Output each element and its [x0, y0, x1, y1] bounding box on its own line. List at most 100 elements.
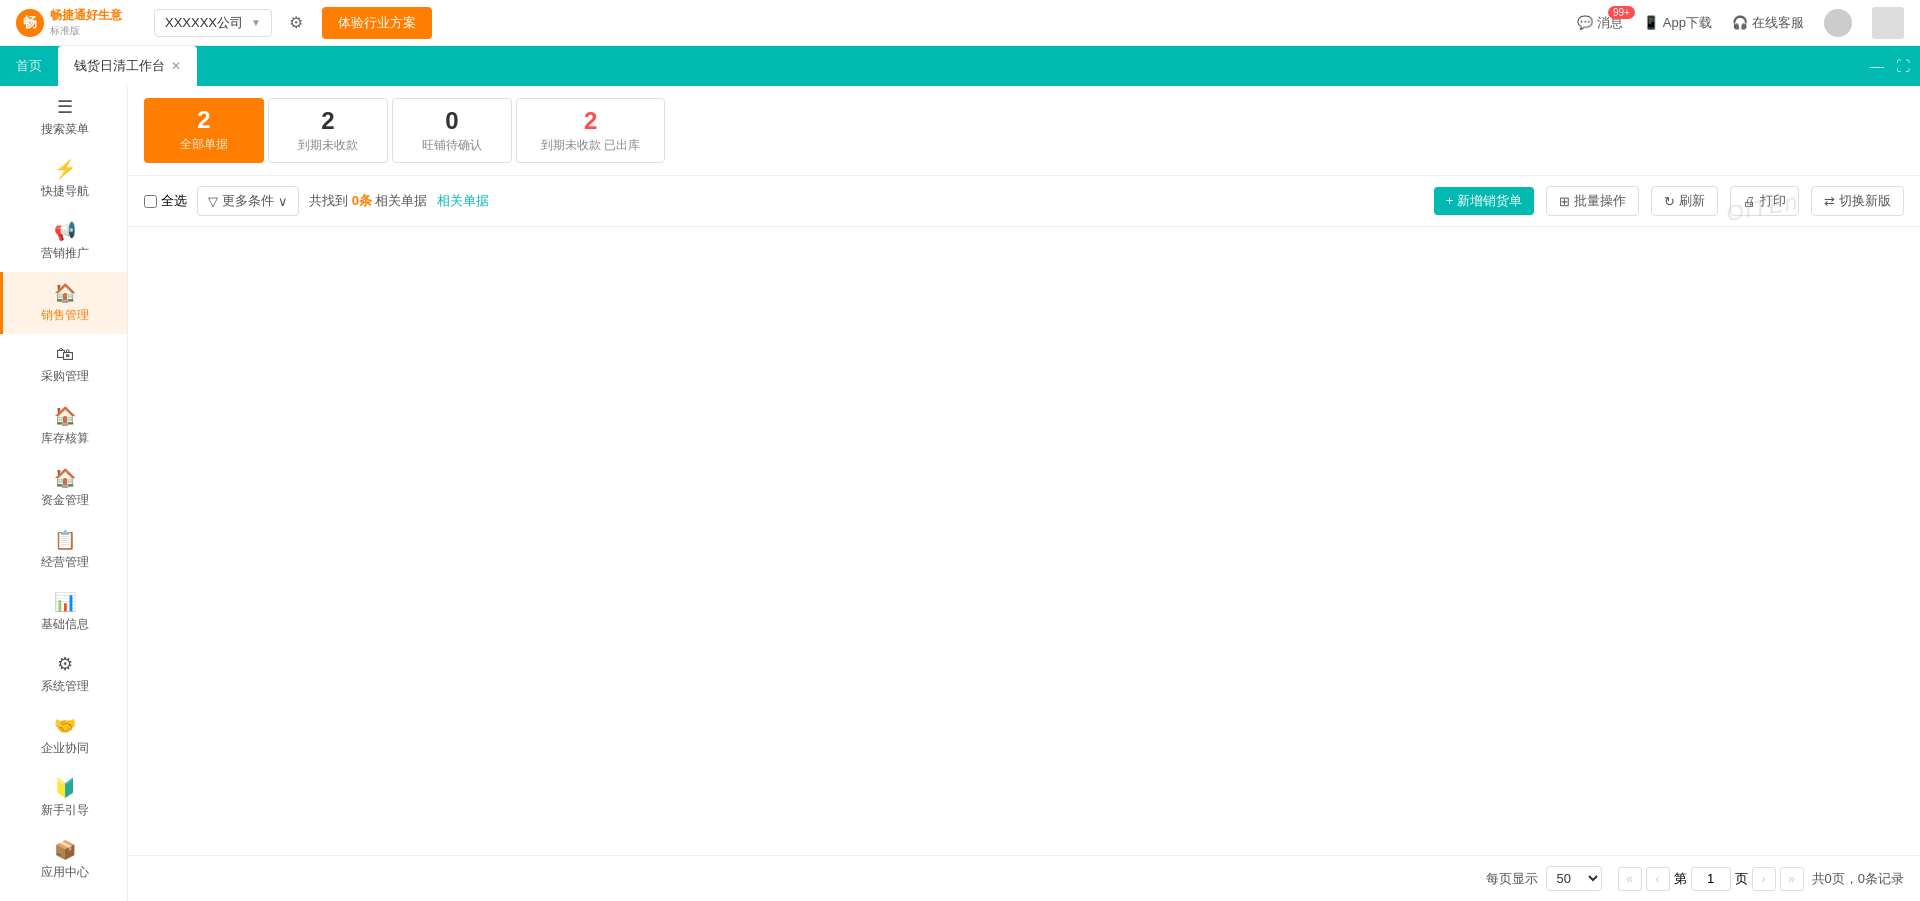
- purchase-mgmt-icon: 🛍: [56, 344, 74, 365]
- first-page-button[interactable]: «: [1618, 867, 1642, 891]
- sidebar-item-marketing[interactable]: 📢 营销推广: [0, 210, 127, 272]
- enterprise-collab-icon: 🤝: [54, 715, 76, 737]
- basic-info-icon: 📊: [54, 591, 76, 613]
- settings-button[interactable]: ⚙: [280, 7, 312, 39]
- sidebar-item-purchase-mgmt[interactable]: 🛍 采购管理: [0, 334, 127, 395]
- prev-page-button[interactable]: ‹: [1646, 867, 1670, 891]
- sidebar-item-operations[interactable]: 📋 经营管理: [0, 519, 127, 581]
- marketing-icon: 📢: [54, 220, 76, 242]
- avatar[interactable]: [1824, 9, 1852, 37]
- switch-version-button[interactable]: ⇄ 切换新版: [1811, 186, 1904, 216]
- per-page-label: 每页显示: [1486, 870, 1538, 888]
- filter-label: 更多条件: [222, 192, 274, 210]
- toolbar: 全选 ▽ 更多条件 ∨ 共找到 0条 相关单据 相关单据 + 新增销货单 ⊞: [128, 176, 1920, 227]
- sidebar-item-label: 新手引导: [41, 802, 89, 819]
- card-wangpai-num: 0: [445, 107, 458, 135]
- card-wangpai[interactable]: 0 旺铺待确认: [392, 98, 512, 163]
- sidebar-item-finance[interactable]: 🏠 资金管理: [0, 457, 127, 519]
- tab-home-label: 首页: [16, 57, 42, 75]
- main-layout: ☰ 搜索菜单 ⚡ 快捷导航 📢 营销推广 🏠 销售管理 🛍 采购管理 🏠 库存核…: [0, 86, 1920, 901]
- sidebar-item-inventory[interactable]: 🏠 库存核算: [0, 395, 127, 457]
- page-label: 第: [1674, 870, 1687, 888]
- page-number-input[interactable]: [1691, 867, 1731, 891]
- sidebar-item-basic-info[interactable]: 📊 基础信息: [0, 581, 127, 643]
- toolbar-right: + 新增销货单 ⊞ 批量操作 ↻ 刷新 🖨 打印 ⇄ 切换新版: [1434, 186, 1904, 216]
- next-page-button[interactable]: ›: [1752, 867, 1776, 891]
- print-icon: 🖨: [1743, 194, 1756, 209]
- sidebar-item-label: 库存核算: [41, 430, 89, 447]
- sidebar-item-quick-nav[interactable]: ⚡ 快捷导航: [0, 148, 127, 210]
- experience-button[interactable]: 体验行业方案: [322, 7, 432, 39]
- sidebar-item-app-center[interactable]: 📦 应用中心: [0, 829, 127, 891]
- sidebar-item-sys-mgmt[interactable]: ⚙ 系统管理: [0, 643, 127, 705]
- tab-bar: 首页 钱货日清工作台 ✕ — ⛶: [0, 46, 1920, 86]
- switch-label: 切换新版: [1839, 192, 1891, 210]
- sidebar-item-enterprise-collab[interactable]: 🤝 企业协同: [0, 705, 127, 767]
- tab-workbench-label: 钱货日清工作台: [74, 57, 165, 75]
- header-right: 💬 消息 99+ 📱 App下载 🎧 在线客服: [1577, 7, 1904, 39]
- filter-button[interactable]: ▽ 更多条件 ∨: [197, 186, 299, 216]
- maximize-icon[interactable]: ⛶: [1896, 58, 1910, 74]
- app-download-item[interactable]: 📱 App下载: [1643, 14, 1712, 32]
- message-badge: 99+: [1608, 6, 1635, 19]
- content-area: 2 全部单据 2 到期未收款 0 旺铺待确认 2 到期未收款 已出库 全选: [128, 86, 1920, 901]
- select-all-checkbox[interactable]: 全选: [144, 192, 187, 210]
- filter-arrow: ∨: [278, 194, 288, 209]
- refresh-icon: ↻: [1664, 194, 1675, 209]
- batch-operation-button[interactable]: ⊞ 批量操作: [1546, 186, 1639, 216]
- card-overdue-unpaid-label: 到期未收款: [298, 137, 358, 154]
- table-area: [128, 227, 1920, 855]
- sidebar-item-label: 采购管理: [41, 368, 89, 385]
- footer: 每页显示 50 100 200 « ‹ 第 页 › » 共0页，0条记录: [128, 855, 1920, 901]
- found-suffix: 相关单据: [375, 193, 427, 208]
- card-all-label: 全部单据: [180, 136, 228, 153]
- sidebar-item-label: 基础信息: [41, 616, 89, 633]
- search-menu-icon: ☰: [57, 96, 73, 118]
- quick-nav-icon: ⚡: [54, 158, 76, 180]
- sales-mgmt-icon: 🏠: [54, 282, 76, 304]
- print-label: 打印: [1760, 192, 1786, 210]
- tab-home[interactable]: 首页: [0, 46, 58, 86]
- company-selector[interactable]: XXXXXX公司 ▼: [154, 9, 272, 37]
- sidebar-item-enterprise-wechat[interactable]: 💬 企业微信: [0, 891, 127, 901]
- inventory-icon: 🏠: [54, 405, 76, 427]
- page-suffix: 页: [1735, 870, 1748, 888]
- finance-icon: 🏠: [54, 467, 76, 489]
- online-service-item[interactable]: 🎧 在线客服: [1732, 14, 1804, 32]
- card-wangpai-label: 旺铺待确认: [422, 137, 482, 154]
- tab-workbench[interactable]: 钱货日清工作台 ✕: [58, 46, 197, 86]
- select-all-input[interactable]: [144, 195, 157, 208]
- per-page-select[interactable]: 50 100 200: [1546, 866, 1602, 891]
- pagination-nav: « ‹ 第 页 › »: [1618, 867, 1804, 891]
- sidebar-item-sales-mgmt[interactable]: 🏠 销售管理: [0, 272, 127, 334]
- last-page-button[interactable]: »: [1780, 867, 1804, 891]
- sidebar-item-search-menu[interactable]: ☰ 搜索菜单: [0, 86, 127, 148]
- select-all-label: 全选: [161, 192, 187, 210]
- message-item[interactable]: 💬 消息 99+: [1577, 14, 1623, 32]
- sidebar-item-label: 系统管理: [41, 678, 89, 695]
- found-prefix: 共找到: [309, 193, 348, 208]
- operations-icon: 📋: [54, 529, 76, 551]
- avatar-placeholder: [1824, 9, 1852, 37]
- close-workbench-tab[interactable]: ✕: [171, 59, 181, 73]
- print-button[interactable]: 🖨 打印: [1730, 186, 1799, 216]
- card-all[interactable]: 2 全部单据: [144, 98, 264, 163]
- message-icon: 💬: [1577, 15, 1593, 30]
- new-sales-order-button[interactable]: + 新增销货单: [1434, 187, 1534, 215]
- username-area: [1872, 7, 1904, 39]
- logo-icon: 畅: [16, 9, 44, 37]
- card-overdue-unshipped-label: 到期未收款 已出库: [541, 137, 640, 154]
- found-text: 共找到 0条 相关单据: [309, 192, 427, 210]
- card-overdue-unshipped-num: 2: [584, 107, 597, 135]
- sidebar: ☰ 搜索菜单 ⚡ 快捷导航 📢 营销推广 🏠 销售管理 🛍 采购管理 🏠 库存核…: [0, 86, 128, 901]
- sidebar-item-beginner-guide[interactable]: 🔰 新手引导: [0, 767, 127, 829]
- card-overdue-unshipped[interactable]: 2 到期未收款 已出库: [516, 98, 665, 163]
- related-link[interactable]: 相关单据: [437, 192, 489, 210]
- card-overdue-unpaid[interactable]: 2 到期未收款: [268, 98, 388, 163]
- total-info: 共0页，0条记录: [1812, 870, 1904, 888]
- minimize-icon[interactable]: —: [1870, 58, 1884, 74]
- refresh-button[interactable]: ↻ 刷新: [1651, 186, 1718, 216]
- batch-label: 批量操作: [1574, 192, 1626, 210]
- app-download-label: App下载: [1663, 14, 1712, 32]
- sidebar-item-label: 营销推广: [41, 245, 89, 262]
